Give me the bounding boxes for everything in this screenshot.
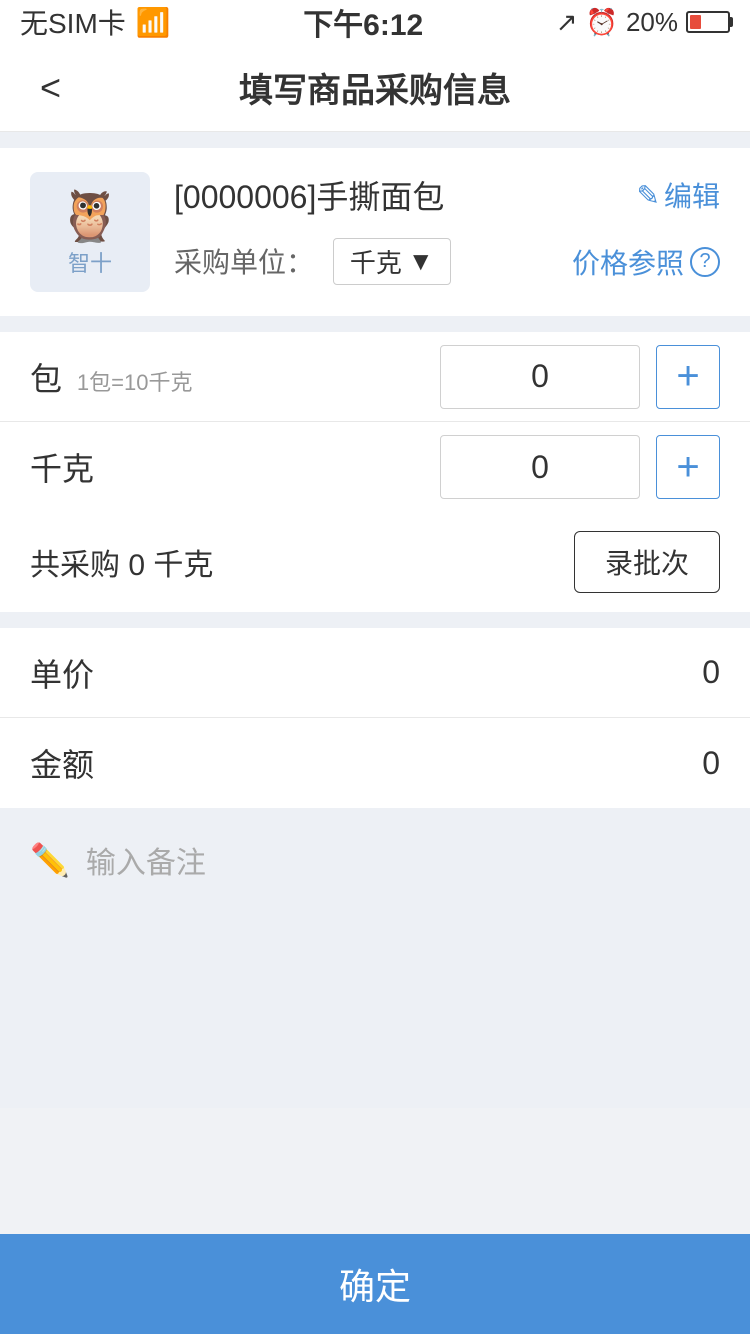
package-row: 包 1包=10千克 0 + <box>0 332 750 422</box>
batch-button[interactable]: 录批次 <box>574 531 720 593</box>
price-ref-label: 价格参照 <box>572 242 684 282</box>
package-input-area: 0 + <box>192 345 720 409</box>
price-section: 单价 0 金额 0 <box>0 628 750 808</box>
gps-icon: ↗ <box>556 7 578 38</box>
back-button[interactable]: < <box>30 57 71 119</box>
edit-button[interactable]: ✎ 编辑 <box>637 175 720 215</box>
battery-icon <box>686 11 730 33</box>
product-name-row: [0000006]手撕面包 ✎ 编辑 <box>174 172 720 218</box>
unit-price-value: 0 <box>702 654 720 691</box>
package-value: 0 <box>531 358 549 395</box>
mid-divider1 <box>0 316 750 332</box>
kilogram-input-area: 0 + <box>150 435 720 499</box>
status-time: 下午6:12 <box>303 0 423 44</box>
carrier-label: 无SIM卡 <box>20 2 126 42</box>
battery-percent: 20% <box>626 7 678 38</box>
unit-price-label: 单价 <box>30 650 94 696</box>
page-title: 填写商品采购信息 <box>239 63 511 112</box>
product-name: [0000006]手撕面包 <box>174 172 444 218</box>
kilogram-plus-button[interactable]: + <box>656 435 720 499</box>
info-icon: ? <box>690 247 720 277</box>
summary-row: 共采购 0 千克 录批次 <box>0 512 750 612</box>
purchase-unit-label: 采购单位： <box>174 247 314 278</box>
pencil-icon: ✏️ <box>30 841 70 879</box>
top-divider <box>0 132 750 148</box>
product-info: [0000006]手撕面包 ✎ 编辑 采购单位： 千克 ▼ 价格参照 ? <box>174 172 720 285</box>
wifi-icon: 📶 <box>136 6 171 39</box>
product-owl-icon: 🦉 <box>59 187 121 246</box>
kilogram-input[interactable]: 0 <box>440 435 640 499</box>
confirm-button[interactable]: 确定 <box>0 1234 750 1334</box>
summary-text: 共采购 0 千克 <box>30 540 213 584</box>
package-label: 包 1包=10千克 <box>30 354 192 400</box>
alarm-icon: ⏰ <box>586 7 618 38</box>
kilogram-value: 0 <box>531 449 549 486</box>
amount-value: 0 <box>702 745 720 782</box>
status-right: ↗ ⏰ 20% <box>556 7 730 38</box>
product-image-label: 智十 <box>68 251 112 276</box>
edit-label: 编辑 <box>664 175 720 215</box>
amount-row: 金额 0 <box>0 718 750 808</box>
package-sub-label: 1包=10千克 <box>77 370 193 395</box>
kilogram-label: 千克 <box>30 444 150 490</box>
kilogram-row: 千克 0 + <box>0 422 750 512</box>
mid-divider2 <box>0 612 750 628</box>
package-input[interactable]: 0 <box>440 345 640 409</box>
nav-bar: < 填写商品采购信息 <box>0 44 750 132</box>
status-left: 无SIM卡 📶 <box>20 2 171 42</box>
status-bar: 无SIM卡 📶 下午6:12 ↗ ⏰ 20% <box>0 0 750 44</box>
unit-value: 千克 <box>350 243 402 280</box>
price-reference-button[interactable]: 价格参照 ? <box>572 242 720 282</box>
remark-placeholder: 输入备注 <box>86 838 206 882</box>
quantity-form-section: 包 1包=10千克 0 + 千克 0 + <box>0 332 750 512</box>
amount-label: 金额 <box>30 740 94 786</box>
product-image: 🦉 智十 <box>30 172 150 292</box>
dropdown-arrow-icon: ▼ <box>408 246 434 277</box>
remark-section: ✏️ 输入备注 <box>0 808 750 1108</box>
package-plus-button[interactable]: + <box>656 345 720 409</box>
purchase-unit-row: 采购单位： 千克 ▼ 价格参照 ? <box>174 238 720 285</box>
remark-input-row[interactable]: ✏️ 输入备注 <box>30 838 720 882</box>
unit-select[interactable]: 千克 ▼ <box>333 238 451 285</box>
unit-price-row: 单价 0 <box>0 628 750 718</box>
edit-icon: ✎ <box>637 179 660 212</box>
product-card: 🦉 智十 [0000006]手撕面包 ✎ 编辑 采购单位： 千克 ▼ 价格参照 … <box>0 148 750 316</box>
